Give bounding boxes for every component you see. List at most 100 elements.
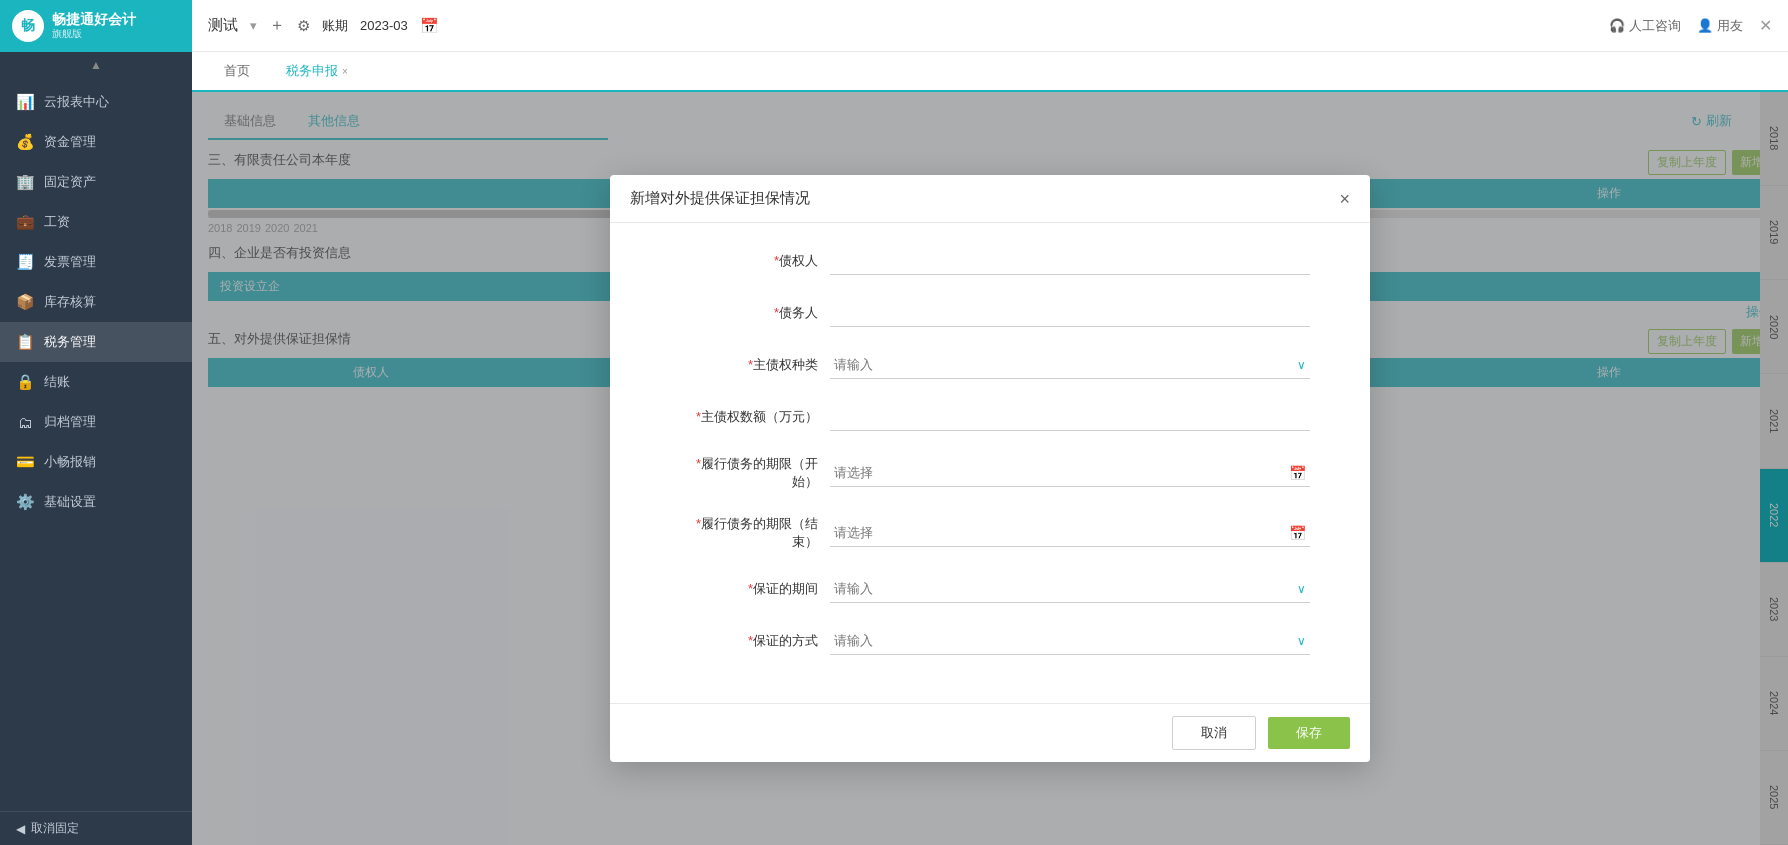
dialog-body: *债权人*债务人*主债权种类∨*主债权数额（万元）*履行债务的期限（开始）📅*履… <box>610 223 1370 703</box>
form-label-period-end: *履行债务的期限（结束） <box>670 515 830 551</box>
sidebar-nav: 📊云报表中心 💰 资金管理 🏢固定资产 💼 工资 🧾发票管理 📦 库存核算 📋 税务管理 🔒结账🗂归档… <box>0 78 192 811</box>
required-mark-guarantee-period: * <box>748 581 753 596</box>
input-claim-amount[interactable] <box>830 403 1310 431</box>
sidebar-item-cloud-report[interactable]: 📊云报表中心 <box>0 82 192 122</box>
sidebar-icon-payroll: 💼 <box>16 213 34 231</box>
select-wrapper-guarantee-method: ∨ <box>830 627 1310 655</box>
settings-icon[interactable]: ⚙ <box>297 17 310 35</box>
sidebar-label-fixed-assets: 固定资产 <box>44 173 96 191</box>
sidebar-item-inventory[interactable]: 📦 库存核算 <box>0 282 192 322</box>
app-name-block: 畅捷通好会计 旗舰版 <box>52 11 136 42</box>
form-label-creditor: *债权人 <box>670 252 830 270</box>
overlay-dimmer: 新增对外提供保证担保情况 × *债权人 *债务人 *主债权种类 ∨ *主债权数额（万元）… <box>192 92 1788 845</box>
required-mark-period-end: * <box>696 516 701 531</box>
user-label: 用友 <box>1717 17 1743 35</box>
form-row-guarantee-method: *保证的方式 ∨ <box>670 627 1310 655</box>
required-mark-claim-amount: * <box>696 409 701 424</box>
form-row-claim-amount: *主债权数额（万元） <box>670 403 1310 431</box>
dialog-header: 新增对外提供保证担保情况 × <box>610 175 1370 223</box>
sidebar-icon-close: 🔒 <box>16 373 34 391</box>
tab-home[interactable]: 首页 <box>208 52 266 90</box>
calendar-icon-period-start[interactable]: 📅 <box>1285 465 1310 481</box>
main-area: 测试 ▾ ＋ ⚙ 账期 2023-03 📅 🎧 人工咨询 👤 用友 ✕ 首页税务… <box>192 0 1788 845</box>
sidebar-icon-inventory: 📦 <box>16 293 34 311</box>
period-value: 2023-03 <box>360 18 408 33</box>
required-mark-period-start: * <box>696 456 701 471</box>
form-label-claim-type: *主债权种类 <box>670 356 830 374</box>
sidebar-label-payroll: 工资 <box>44 213 70 231</box>
sidebar-item-expense[interactable]: 💳小畅报销 <box>0 442 192 482</box>
sidebar-icon-fund: 💰 <box>16 133 34 151</box>
select-input-guarantee-method[interactable] <box>830 627 1293 654</box>
add-tab-button[interactable]: ＋ <box>269 15 285 36</box>
topbar-right: 🎧 人工咨询 👤 用友 ✕ <box>1609 16 1772 35</box>
support-button[interactable]: 🎧 人工咨询 <box>1609 17 1681 35</box>
sidebar-icon-settings: ⚙️ <box>16 493 34 511</box>
content-tabs: 首页税务申报× <box>192 52 1788 92</box>
dialog-save-button[interactable]: 保存 <box>1268 717 1350 749</box>
date-input-period-start[interactable] <box>830 459 1285 486</box>
date-wrapper-period-end: 📅 <box>830 519 1310 547</box>
date-input-period-end[interactable] <box>830 519 1285 546</box>
dialog-cancel-button[interactable]: 取消 <box>1172 716 1256 750</box>
form-row-guarantee-period: *保证的期间 ∨ <box>670 575 1310 603</box>
period-label: 账期 <box>322 17 348 35</box>
form-row-creditor: *债权人 <box>670 247 1310 275</box>
app-logo-icon: 畅 <box>12 10 44 42</box>
required-mark-guarantee-method: * <box>748 633 753 648</box>
tab-tax-report[interactable]: 税务申报× <box>270 52 364 90</box>
dialog-title: 新增对外提供保证担保情况 <box>630 189 810 208</box>
window-close-button[interactable]: ✕ <box>1759 16 1772 35</box>
select-input-claim-type[interactable] <box>830 351 1293 378</box>
sidebar-item-fund[interactable]: 💰 资金管理 <box>0 122 192 162</box>
sidebar: 畅 畅捷通好会计 旗舰版 ▲ 📊云报表中心💰资金管理🏢固定资产💼工资🧾发票管理📦… <box>0 0 192 845</box>
sidebar-icon-invoice: 🧾 <box>16 253 34 271</box>
sidebar-header: 畅 畅捷通好会计 旗舰版 <box>0 0 192 52</box>
sidebar-item-archive[interactable]: 🗂归档管理 <box>0 402 192 442</box>
sidebar-item-tax[interactable]: 📋 税务管理 <box>0 322 192 362</box>
sidebar-footer-label: 取消固定 <box>31 820 79 837</box>
sidebar-item-close[interactable]: 🔒结账 <box>0 362 192 402</box>
calendar-icon-period-end[interactable]: 📅 <box>1285 525 1310 541</box>
company-name: 测试 <box>208 16 238 35</box>
form-label-period-start: *履行债务的期限（开始） <box>670 455 830 491</box>
sidebar-icon-tax: 📋 <box>16 333 34 351</box>
sidebar-label-fund: 资金管理 <box>44 133 96 151</box>
app-title: 畅捷通好会计 <box>52 11 136 28</box>
chevron-down-icon-claim-type[interactable]: ∨ <box>1293 358 1310 372</box>
select-input-guarantee-period[interactable] <box>830 575 1293 602</box>
sidebar-footer-cancel-fixed[interactable]: ◀ 取消固定 <box>0 811 192 845</box>
required-mark-creditor: * <box>774 253 779 268</box>
form-label-guarantee-method: *保证的方式 <box>670 632 830 650</box>
tab-close-tax-report[interactable]: × <box>342 66 348 77</box>
chevron-down-icon-guarantee-period[interactable]: ∨ <box>1293 582 1310 596</box>
headset-icon: 🎧 <box>1609 18 1625 33</box>
user-button[interactable]: 👤 用友 <box>1697 17 1743 35</box>
sidebar-scroll-up[interactable]: ▲ <box>0 52 192 78</box>
input-creditor[interactable] <box>830 247 1310 275</box>
sidebar-icon-archive: 🗂 <box>16 414 34 431</box>
input-debtor[interactable] <box>830 299 1310 327</box>
form-label-debtor: *债务人 <box>670 304 830 322</box>
required-mark-claim-type: * <box>748 357 753 372</box>
sidebar-item-payroll[interactable]: 💼 工资 <box>0 202 192 242</box>
sidebar-label-tax: 税务管理 <box>44 333 96 351</box>
sidebar-item-settings[interactable]: ⚙️ 基础设置 <box>0 482 192 522</box>
dialog-close-button[interactable]: × <box>1339 190 1350 208</box>
form-label-guarantee-period: *保证的期间 <box>670 580 830 598</box>
sidebar-label-inventory: 库存核算 <box>44 293 96 311</box>
sidebar-label-cloud-report: 云报表中心 <box>44 93 109 111</box>
sidebar-item-fixed-assets[interactable]: 🏢固定资产 <box>0 162 192 202</box>
sidebar-label-settings: 基础设置 <box>44 493 96 511</box>
user-icon: 👤 <box>1697 18 1713 33</box>
period-calendar-icon[interactable]: 📅 <box>420 17 439 35</box>
company-chevron-icon[interactable]: ▾ <box>250 18 257 33</box>
sidebar-item-invoice[interactable]: 🧾发票管理 <box>0 242 192 282</box>
form-row-claim-type: *主债权种类 ∨ <box>670 351 1310 379</box>
dialog-footer: 取消 保存 <box>610 703 1370 762</box>
form-row-period-start: *履行债务的期限（开始） 📅 <box>670 455 1310 491</box>
support-label: 人工咨询 <box>1629 17 1681 35</box>
chevron-down-icon-guarantee-method[interactable]: ∨ <box>1293 634 1310 648</box>
required-mark-debtor: * <box>774 305 779 320</box>
form-label-claim-amount: *主债权数额（万元） <box>670 408 830 426</box>
